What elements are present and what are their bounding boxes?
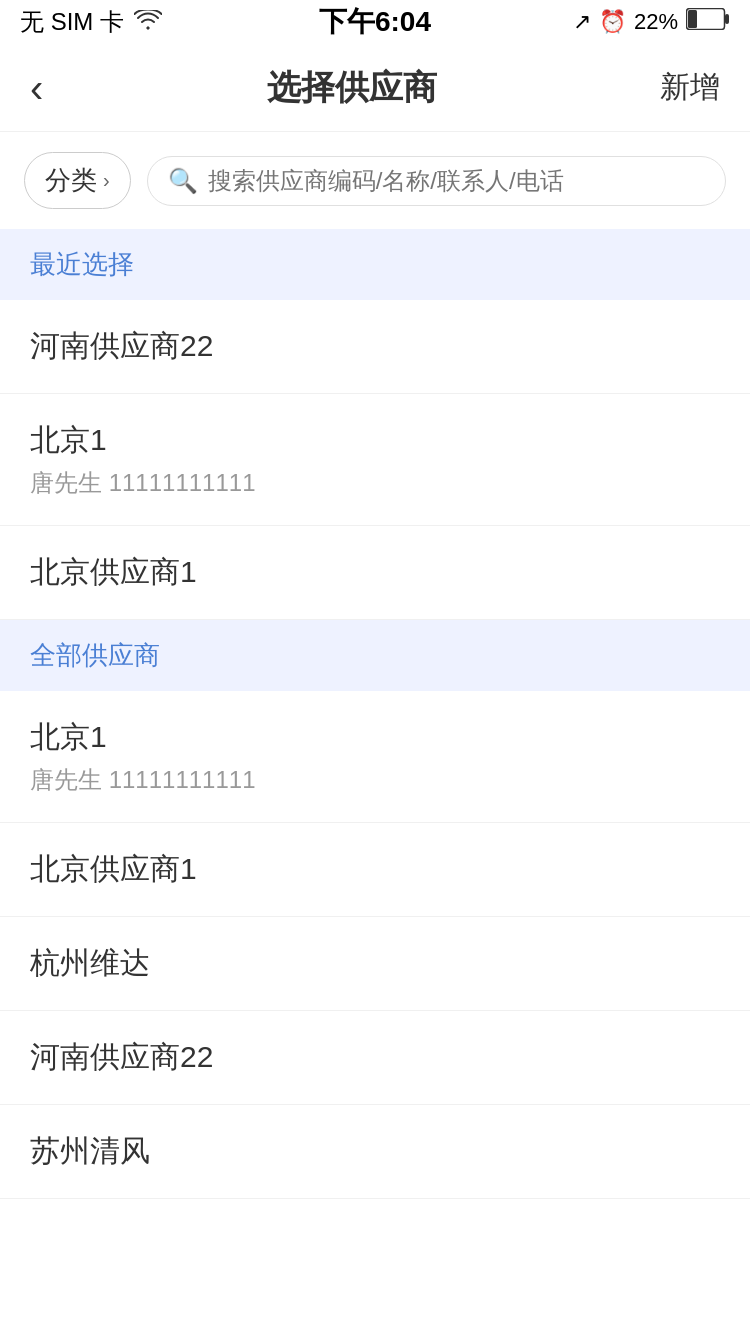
svg-rect-2 (725, 14, 729, 24)
list-item[interactable]: 北京1 唐先生 11111111111 (0, 691, 750, 823)
category-label: 分类 (45, 163, 97, 198)
chevron-right-icon: › (103, 169, 110, 192)
status-time: 下午6:04 (319, 3, 431, 41)
item-name: 苏州清风 (30, 1131, 720, 1172)
item-name: 河南供应商22 (30, 326, 720, 367)
list-item[interactable]: 河南供应商22 (0, 1011, 750, 1105)
status-bar: 无 SIM 卡 下午6:04 ↗ ⏰ 22% (0, 0, 750, 44)
list-item[interactable]: 杭州维达 (0, 917, 750, 1011)
all-section-header: 全部供应商 (0, 620, 750, 691)
search-icon: 🔍 (168, 167, 198, 195)
list-item[interactable]: 河南供应商22 (0, 300, 750, 394)
filter-bar: 分类 › 🔍 (0, 132, 750, 229)
item-name: 北京供应商1 (30, 849, 720, 890)
all-section-label: 全部供应商 (30, 640, 160, 670)
item-name: 北京供应商1 (30, 552, 720, 593)
item-name: 杭州维达 (30, 943, 720, 984)
item-sub: 唐先生 11111111111 (30, 467, 720, 499)
status-right: ↗ ⏰ 22% (573, 8, 730, 36)
list-item[interactable]: 苏州清风 (0, 1105, 750, 1199)
recent-section-header: 最近选择 (0, 229, 750, 300)
nav-bar: ‹ 选择供应商 新增 (0, 44, 750, 132)
wifi-icon (134, 8, 162, 36)
list-item[interactable]: 北京供应商1 (0, 526, 750, 620)
search-box: 🔍 (147, 156, 726, 206)
recent-section-label: 最近选择 (30, 249, 134, 279)
item-name: 河南供应商22 (30, 1037, 720, 1078)
svg-rect-1 (688, 10, 697, 28)
status-left: 无 SIM 卡 (20, 6, 162, 38)
search-input[interactable] (208, 167, 705, 195)
item-name: 北京1 (30, 420, 720, 461)
item-sub: 唐先生 11111111111 (30, 764, 720, 796)
location-icon: ↗ (573, 9, 591, 35)
page-title: 选择供应商 (267, 65, 437, 111)
list-item[interactable]: 北京1 唐先生 11111111111 (0, 394, 750, 526)
battery-label: 22% (634, 9, 678, 35)
add-button[interactable]: 新增 (660, 67, 720, 108)
list-item[interactable]: 北京供应商1 (0, 823, 750, 917)
back-button[interactable]: ‹ (30, 68, 43, 108)
item-name: 北京1 (30, 717, 720, 758)
battery-icon (686, 8, 730, 36)
carrier-label: 无 SIM 卡 (20, 6, 124, 38)
all-list: 北京1 唐先生 11111111111 北京供应商1 杭州维达河南供应商22 苏州清风 (0, 691, 750, 1199)
category-button[interactable]: 分类 › (24, 152, 131, 209)
alarm-icon: ⏰ (599, 9, 626, 35)
recent-list: 河南供应商22 北京1 唐先生 11111111111 北京供应商1 (0, 300, 750, 620)
